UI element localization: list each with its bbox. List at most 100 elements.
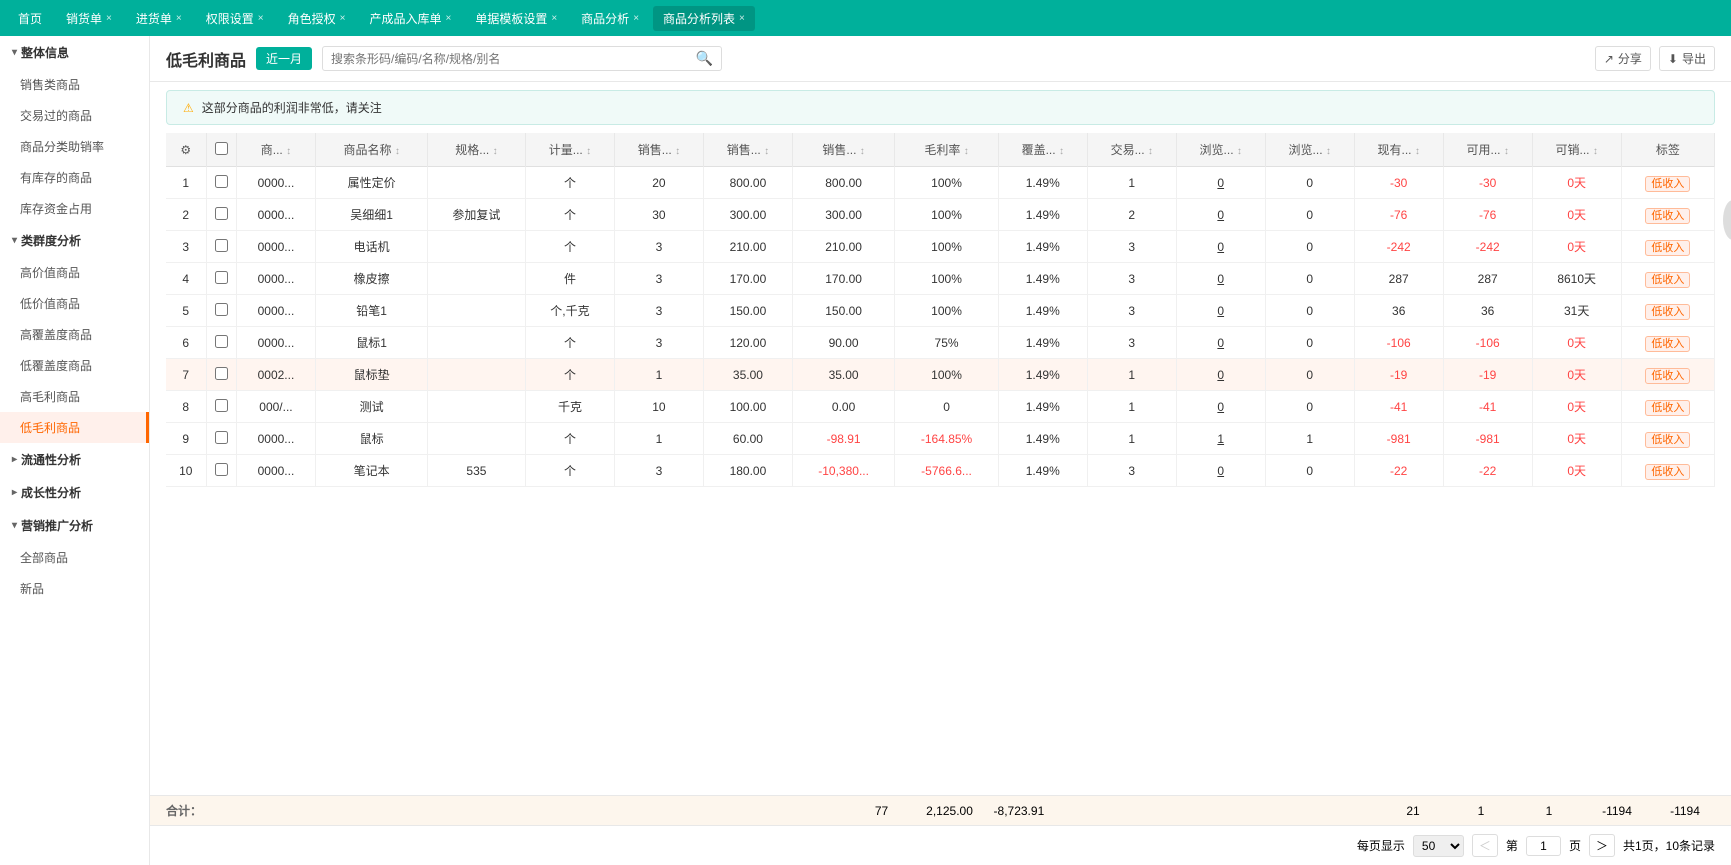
row-checkbox[interactable] (215, 303, 228, 316)
cell-unit: 个 (525, 423, 614, 455)
sidebar-item-stocked-products[interactable]: 有库存的商品 (0, 162, 149, 193)
nav-sales-order[interactable]: 销货单 × (56, 6, 122, 31)
sidebar-item-high-value[interactable]: 高价值商品 (0, 257, 149, 288)
col-sales-amount[interactable]: 销售... ↕ (792, 133, 894, 167)
nav-close-permission[interactable]: × (258, 13, 264, 24)
col-settings[interactable]: ⚙ (166, 133, 206, 167)
cell-checkbox[interactable] (206, 327, 236, 359)
col-views1[interactable]: 浏览... ↕ (1176, 133, 1265, 167)
cell-spec: 535 (427, 455, 525, 487)
col-tag[interactable]: 标签 (1621, 133, 1714, 167)
nav-product-analysis[interactable]: 商品分析 × (571, 6, 649, 31)
next-page-button[interactable]: ＞ (1589, 834, 1615, 857)
sidebar-section-marketing[interactable]: ▾ 营销推广分析 (0, 509, 149, 542)
prev-page-button[interactable]: ＜ (1472, 834, 1498, 857)
row-checkbox[interactable] (215, 239, 228, 252)
row-checkbox[interactable] (215, 463, 228, 476)
cell-views1[interactable]: 0 (1176, 167, 1265, 199)
col-stock-avail[interactable]: 可用... ↕ (1443, 133, 1532, 167)
col-name[interactable]: 商品名称 ↕ (316, 133, 427, 167)
cell-views1[interactable]: 0 (1176, 359, 1265, 391)
nav-close-sales[interactable]: × (106, 13, 112, 24)
nav-role-auth[interactable]: 角色授权 × (278, 6, 356, 31)
search-input[interactable] (331, 52, 696, 66)
col-sales-qty[interactable]: 销售... ↕ (614, 133, 703, 167)
nav-product-analysis-list[interactable]: 商品分析列表 × (653, 6, 755, 31)
cell-checkbox[interactable] (206, 359, 236, 391)
nav-purchase-order[interactable]: 进货单 × (126, 6, 192, 31)
cell-checkbox[interactable] (206, 167, 236, 199)
sidebar-item-low-margin[interactable]: 低毛利商品 (0, 412, 149, 443)
col-stock-now[interactable]: 现有... ↕ (1354, 133, 1443, 167)
nav-close-product-inbound[interactable]: × (445, 13, 451, 24)
search-icon[interactable]: 🔍 (696, 50, 713, 67)
sidebar-section-flow[interactable]: ▸ 流通性分析 (0, 443, 149, 476)
sidebar-section-category[interactable]: ▾ 类群度分析 (0, 224, 149, 257)
sidebar-item-sales-products[interactable]: 销售类商品 (0, 69, 149, 100)
sidebar-item-new-products[interactable]: 新品 (0, 573, 149, 604)
col-code[interactable]: 商... ↕ (236, 133, 316, 167)
nav-close-role[interactable]: × (340, 13, 346, 24)
table-footer: 合计： 77 2,125.00 -8,723.91 21 1 1 -1194 -… (150, 795, 1731, 825)
cell-coverage: 1.49% (998, 199, 1087, 231)
sidebar-section-overall[interactable]: ▾ 整体信息 (0, 36, 149, 69)
cell-checkbox[interactable] (206, 391, 236, 423)
row-checkbox[interactable] (215, 271, 228, 284)
page-size-select[interactable]: 50 20 100 (1413, 835, 1464, 857)
col-stock-sale[interactable]: 可销... ↕ (1532, 133, 1621, 167)
cell-views1[interactable]: 0 (1176, 263, 1265, 295)
row-checkbox[interactable] (215, 367, 228, 380)
nav-close-product-analysis[interactable]: × (633, 13, 639, 24)
row-checkbox[interactable] (215, 175, 228, 188)
sidebar-item-high-margin[interactable]: 高毛利商品 (0, 381, 149, 412)
col-gross-rate[interactable]: 毛利率 ↕ (895, 133, 998, 167)
cell-checkbox[interactable] (206, 263, 236, 295)
sidebar-item-high-coverage[interactable]: 高覆盖度商品 (0, 319, 149, 350)
col-sales-price[interactable]: 销售... ↕ (703, 133, 792, 167)
cell-checkbox[interactable] (206, 455, 236, 487)
col-unit[interactable]: 计量... ↕ (525, 133, 614, 167)
sidebar-item-traded-products[interactable]: 交易过的商品 (0, 100, 149, 131)
page-title: 低毛利商品 (166, 47, 246, 71)
nav-close-analysis-list[interactable]: × (739, 13, 745, 24)
page-input[interactable] (1526, 836, 1561, 856)
col-transactions[interactable]: 交易... ↕ (1087, 133, 1176, 167)
sidebar-section-growth[interactable]: ▸ 成长性分析 (0, 476, 149, 509)
cell-views1[interactable]: 0 (1176, 391, 1265, 423)
time-filter-button[interactable]: 近一月 (256, 47, 312, 70)
share-button[interactable]: ↗ 分享 (1595, 46, 1651, 71)
col-views2[interactable]: 浏览... ↕ (1265, 133, 1354, 167)
sidebar-item-all-products[interactable]: 全部商品 (0, 542, 149, 573)
select-all-checkbox[interactable] (215, 142, 228, 155)
cell-checkbox[interactable] (206, 423, 236, 455)
cell-views1[interactable]: 1 (1176, 423, 1265, 455)
cell-checkbox[interactable] (206, 231, 236, 263)
row-checkbox[interactable] (215, 399, 228, 412)
nav-permission[interactable]: 权限设置 × (196, 6, 274, 31)
nav-close-template[interactable]: × (551, 13, 557, 24)
row-checkbox[interactable] (215, 207, 228, 220)
cell-views1[interactable]: 0 (1176, 327, 1265, 359)
nav-home[interactable]: 首页 (8, 6, 52, 31)
sidebar-item-category-rate[interactable]: 商品分类助销率 (0, 131, 149, 162)
cell-checkbox[interactable] (206, 199, 236, 231)
cell-checkbox[interactable] (206, 295, 236, 327)
sidebar-item-stock-capital[interactable]: 库存资金占用 (0, 193, 149, 224)
nav-close-purchase[interactable]: × (176, 13, 182, 24)
row-checkbox[interactable] (215, 431, 228, 444)
nav-template-settings[interactable]: 单据模板设置 × (465, 6, 567, 31)
sidebar-item-low-coverage[interactable]: 低覆盖度商品 (0, 350, 149, 381)
cell-views1[interactable]: 0 (1176, 455, 1265, 487)
cell-views1[interactable]: 0 (1176, 231, 1265, 263)
row-checkbox[interactable] (215, 335, 228, 348)
col-coverage[interactable]: 覆盖... ↕ (998, 133, 1087, 167)
col-checkbox-all[interactable] (206, 133, 236, 167)
sidebar-item-low-value[interactable]: 低价值商品 (0, 288, 149, 319)
cell-views1[interactable]: 0 (1176, 199, 1265, 231)
cell-stock-now: -106 (1354, 327, 1443, 359)
col-spec[interactable]: 规格... ↕ (427, 133, 525, 167)
settings-icon[interactable]: ⚙ (180, 143, 191, 157)
export-button[interactable]: ⬇ 导出 (1659, 46, 1715, 71)
nav-product-inbound[interactable]: 产成品入库单 × (359, 6, 461, 31)
cell-views1[interactable]: 0 (1176, 295, 1265, 327)
